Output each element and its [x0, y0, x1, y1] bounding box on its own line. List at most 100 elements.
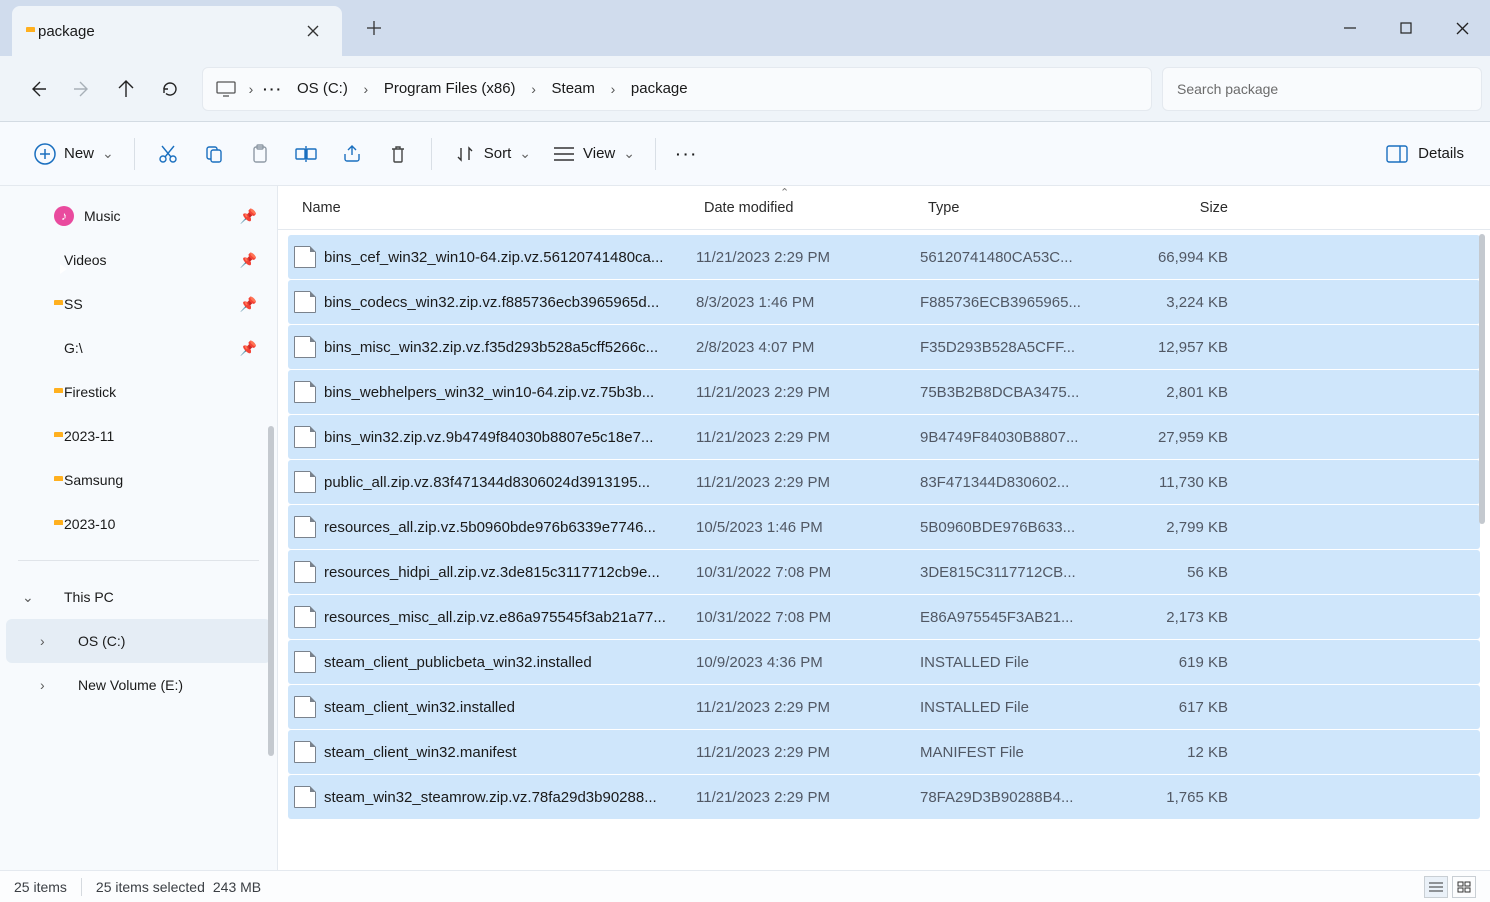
share-button[interactable]	[329, 135, 375, 173]
file-row[interactable]: steam_client_win32.manifest 11/21/2023 2…	[288, 730, 1480, 774]
file-size: 2,173 KB	[1114, 609, 1242, 626]
rename-button[interactable]	[283, 135, 329, 173]
sidebar-drive-os-c-[interactable]: › OS (C:)	[6, 619, 271, 663]
file-row[interactable]: steam_client_win32.installed 11/21/2023 …	[288, 685, 1480, 729]
chevron-right-icon[interactable]: ›	[358, 81, 374, 97]
sidebar-item-g-[interactable]: G:\ 📌	[6, 326, 271, 370]
file-size: 12 KB	[1114, 744, 1242, 761]
forward-button[interactable]	[60, 67, 104, 111]
breadcrumb-item-os[interactable]: OS (C:)	[287, 80, 358, 97]
column-header-type[interactable]: Type	[922, 186, 1116, 229]
view-button[interactable]: View ⌄	[541, 135, 645, 173]
file-list-pane: ⌃ Name Date modified Type Size bins_cef_…	[278, 186, 1490, 870]
maximize-button[interactable]	[1378, 3, 1434, 53]
sidebar-item-this-pc[interactable]: ⌄ This PC	[6, 575, 271, 619]
toolbar: New ⌄ Sort ⌄ View ⌄ ··· Details	[0, 122, 1490, 186]
back-arrow-icon	[28, 79, 48, 99]
sidebar-item-music[interactable]: ♪ Music 📌	[6, 194, 271, 238]
refresh-button[interactable]	[148, 67, 192, 111]
separator	[431, 138, 432, 170]
breadcrumb-item-package[interactable]: package	[621, 80, 698, 97]
column-header-name[interactable]: Name	[296, 186, 698, 229]
sidebar-item-samsung[interactable]: Samsung	[6, 458, 271, 502]
file-type: INSTALLED File	[920, 654, 1114, 671]
file-rows: bins_cef_win32_win10-64.zip.vz.561207414…	[278, 230, 1490, 870]
sidebar-item-videos[interactable]: Videos 📌	[6, 238, 271, 282]
minimize-button[interactable]	[1322, 3, 1378, 53]
view-details-button[interactable]	[1424, 876, 1448, 898]
sort-button[interactable]: Sort ⌄	[442, 135, 541, 173]
breadcrumb-overflow[interactable]: ···	[259, 67, 287, 111]
rename-icon	[293, 144, 319, 164]
file-size: 12,957 KB	[1114, 339, 1242, 356]
file-row[interactable]: bins_codecs_win32.zip.vz.f885736ecb39659…	[288, 280, 1480, 324]
address-bar[interactable]: › ··· OS (C:) › Program Files (x86) › St…	[202, 67, 1152, 111]
file-date: 10/5/2023 1:46 PM	[696, 519, 920, 536]
breadcrumb-root[interactable]	[209, 67, 243, 111]
copy-button[interactable]	[191, 135, 237, 173]
file-type: 56120741480CA53C...	[920, 249, 1114, 266]
file-type: 5B0960BDE976B633...	[920, 519, 1114, 536]
close-window-button[interactable]	[1434, 3, 1490, 53]
sidebar-item-2023-11[interactable]: 2023-11	[6, 414, 271, 458]
paste-button[interactable]	[237, 135, 283, 173]
file-row[interactable]: steam_win32_steamrow.zip.vz.78fa29d3b902…	[288, 775, 1480, 819]
sidebar-item-firestick[interactable]: Firestick	[6, 370, 271, 414]
pin-icon: 📌	[240, 340, 257, 357]
active-tab[interactable]: package	[12, 6, 342, 56]
details-label: Details	[1418, 145, 1464, 162]
file-date: 10/9/2023 4:36 PM	[696, 654, 920, 671]
column-header-date[interactable]: Date modified	[698, 186, 922, 229]
back-button[interactable]	[16, 67, 60, 111]
file-row[interactable]: resources_all.zip.vz.5b0960bde976b6339e7…	[288, 505, 1480, 549]
file-date: 11/21/2023 2:29 PM	[696, 744, 920, 761]
file-name: steam_client_win32.installed	[324, 699, 696, 716]
more-button[interactable]: ···	[666, 135, 709, 173]
search-input[interactable]: Search package	[1162, 67, 1482, 111]
share-icon	[339, 144, 365, 164]
file-date: 11/21/2023 2:29 PM	[696, 429, 920, 446]
column-header-size[interactable]: Size	[1116, 186, 1244, 229]
chevron-right-icon[interactable]: ›	[526, 81, 542, 97]
x-icon	[307, 25, 319, 37]
cut-button[interactable]	[145, 135, 191, 173]
view-thumbs-button[interactable]	[1452, 876, 1476, 898]
maximize-icon	[1400, 22, 1412, 34]
breadcrumb-item-steam[interactable]: Steam	[542, 80, 605, 97]
new-button[interactable]: New ⌄	[22, 135, 124, 173]
up-button[interactable]	[104, 67, 148, 111]
sidebar-item-2023-10[interactable]: 2023-10	[6, 502, 271, 546]
sidebar-item-label: New Volume (E:)	[78, 677, 183, 693]
file-row[interactable]: bins_cef_win32_win10-64.zip.vz.561207414…	[288, 235, 1480, 279]
file-type: F885736ECB3965965...	[920, 294, 1114, 311]
file-icon	[294, 381, 316, 403]
chevron-right-icon[interactable]: ›	[605, 81, 621, 97]
chevron-right-icon: ›	[40, 633, 45, 649]
trash-icon	[385, 144, 411, 164]
chevron-right-icon[interactable]: ›	[243, 81, 259, 97]
new-tab-button[interactable]	[354, 8, 394, 48]
status-size: 243 MB	[213, 879, 261, 895]
sidebar-item-ss[interactable]: SS 📌	[6, 282, 271, 326]
file-row[interactable]: resources_hidpi_all.zip.vz.3de815c311771…	[288, 550, 1480, 594]
scrollbar[interactable]	[1479, 234, 1485, 524]
close-tab-button[interactable]	[298, 16, 328, 46]
file-row[interactable]: resources_misc_all.zip.vz.e86a975545f3ab…	[288, 595, 1480, 639]
file-type: E86A975545F3AB21...	[920, 609, 1114, 626]
chevron-down-icon: ⌄	[519, 145, 531, 162]
file-type: 83F471344D830602...	[920, 474, 1114, 491]
sidebar-drive-new-volume-e-[interactable]: › New Volume (E:)	[6, 663, 271, 707]
sidebar-item-label: Firestick	[64, 384, 116, 400]
monitor-icon	[216, 81, 236, 97]
details-pane-button[interactable]: Details	[1384, 145, 1468, 163]
file-icon	[294, 471, 316, 493]
file-row[interactable]: bins_win32.zip.vz.9b4749f84030b8807e5c18…	[288, 415, 1480, 459]
file-row[interactable]: bins_misc_win32.zip.vz.f35d293b528a5cff5…	[288, 325, 1480, 369]
breadcrumb-item-programfiles[interactable]: Program Files (x86)	[374, 80, 526, 97]
delete-button[interactable]	[375, 135, 421, 173]
file-row[interactable]: bins_webhelpers_win32_win10-64.zip.vz.75…	[288, 370, 1480, 414]
file-type: 75B3B2B8DCBA3475...	[920, 384, 1114, 401]
file-row[interactable]: public_all.zip.vz.83f471344d8306024d3913…	[288, 460, 1480, 504]
scrollbar[interactable]	[268, 426, 274, 756]
file-row[interactable]: steam_client_publicbeta_win32.installed …	[288, 640, 1480, 684]
